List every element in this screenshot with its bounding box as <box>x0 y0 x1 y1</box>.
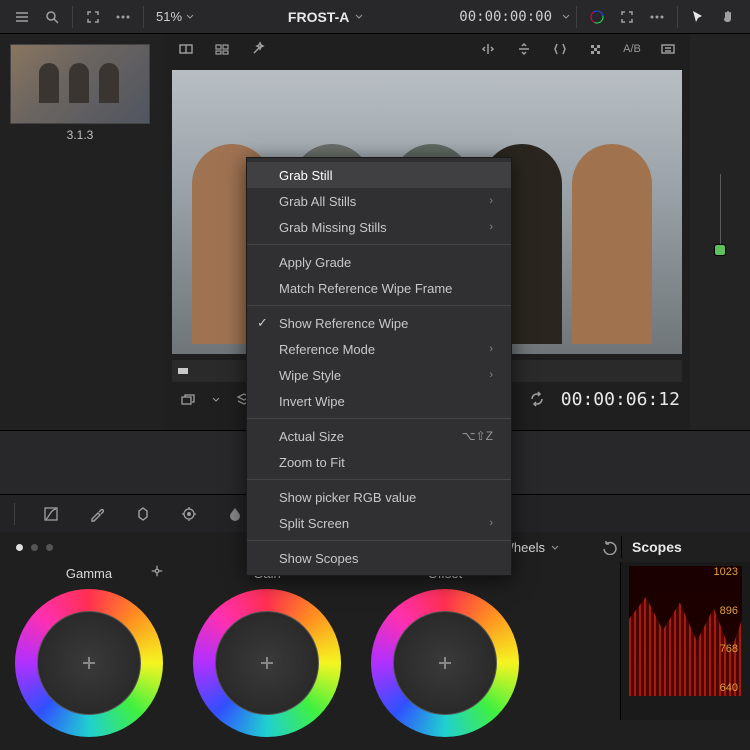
color-wheel-offset[interactable] <box>371 589 519 737</box>
menu-item[interactable]: Match Reference Wipe Frame <box>247 275 511 301</box>
menu-item[interactable]: Grab Still <box>247 162 511 188</box>
blur-icon[interactable] <box>221 500 249 528</box>
viewer-context-menu: Grab StillGrab All Stills›Grab Missing S… <box>246 157 512 576</box>
wipe-horizontal-icon[interactable] <box>474 35 502 63</box>
scopes-panel: 1023 896 768 640 <box>620 562 750 720</box>
clip-name-dropdown[interactable]: FROST-A <box>202 9 449 25</box>
stills-tray-icon[interactable] <box>174 385 202 413</box>
eyedropper-icon[interactable] <box>83 500 111 528</box>
menu-item[interactable]: Apply Grade <box>247 249 511 275</box>
menu-item[interactable]: Grab Missing Stills› <box>247 214 511 240</box>
gallery-panel: 3.1.3 <box>0 34 164 430</box>
scope-waveform[interactable]: 1023 896 768 640 <box>629 566 742 696</box>
gallery-thumb[interactable]: 3.1.3 <box>10 44 150 142</box>
transport-timecode[interactable]: 00:00:06:12 <box>561 389 680 410</box>
thumb-label: 3.1.3 <box>10 128 150 142</box>
list-view-icon[interactable] <box>8 3 36 31</box>
top-toolbar: 51% FROST-A 00:00:00:00 <box>0 0 750 34</box>
thumb-image[interactable] <box>10 44 150 124</box>
viewer-toolbar: A/B <box>164 34 690 64</box>
menu-item[interactable]: Reference Mode› <box>247 336 511 362</box>
menu-item[interactable]: Grab All Stills› <box>247 188 511 214</box>
more-dots-icon[interactable] <box>109 3 137 31</box>
menu-item[interactable]: Wipe Style› <box>247 362 511 388</box>
list-icon[interactable] <box>654 35 682 63</box>
menu-item[interactable]: Show Scopes <box>247 545 511 571</box>
wipe-diagonal-icon[interactable] <box>546 35 574 63</box>
expand-icon[interactable] <box>79 3 107 31</box>
pointer-icon[interactable] <box>684 3 712 31</box>
timecode-display[interactable]: 00:00:00:00 <box>451 9 560 25</box>
more-dots-2-icon[interactable] <box>643 3 671 31</box>
scopes-title: Scopes <box>622 539 750 555</box>
menu-item[interactable]: Actual Size⌥⇧Z <box>247 423 511 449</box>
loop-icon[interactable] <box>523 385 551 413</box>
ab-compare-button[interactable]: A/B <box>618 35 646 63</box>
node-graph-strip[interactable] <box>690 34 750 430</box>
chevron-down-icon[interactable] <box>212 397 220 402</box>
wheel-offset: Offset <box>356 562 534 720</box>
zoom-dropdown[interactable]: 51% <box>150 9 200 24</box>
picker-icon[interactable] <box>150 564 164 581</box>
hand-icon[interactable] <box>714 3 742 31</box>
expand2-icon[interactable] <box>613 3 641 31</box>
menu-item[interactable]: Split Screen› <box>247 510 511 536</box>
reset-icon[interactable] <box>599 533 621 561</box>
menu-item[interactable]: ✓Show Reference Wipe <box>247 310 511 336</box>
tracker-icon[interactable] <box>175 500 203 528</box>
menu-item[interactable]: Invert Wipe <box>247 388 511 414</box>
color-wheel-gamma[interactable] <box>15 589 163 737</box>
shape-icon[interactable] <box>129 500 157 528</box>
color-wheel-icon[interactable] <box>583 3 611 31</box>
curves-icon[interactable] <box>37 500 65 528</box>
wheel-gamma: Gamma <box>0 562 178 720</box>
chevron-down-icon[interactable] <box>562 14 570 19</box>
color-wheel-gain[interactable] <box>193 589 341 737</box>
image-wipe-icon[interactable] <box>172 35 200 63</box>
magic-icon[interactable] <box>244 35 272 63</box>
checker-icon[interactable] <box>582 35 610 63</box>
palette-page-dots[interactable] <box>0 544 69 551</box>
wipe-vertical-icon[interactable] <box>510 35 538 63</box>
wheels-row: Gamma Gain Offset 1023 896 768 640 <box>0 562 750 720</box>
wheel-gain: Gain <box>178 562 356 720</box>
search-icon[interactable] <box>38 3 66 31</box>
split-view-icon[interactable] <box>208 35 236 63</box>
menu-item[interactable]: Zoom to Fit <box>247 449 511 475</box>
menu-item[interactable]: Show picker RGB value <box>247 484 511 510</box>
node-indicator[interactable] <box>714 244 726 256</box>
scope-scale: 1023 896 768 640 <box>714 566 738 694</box>
